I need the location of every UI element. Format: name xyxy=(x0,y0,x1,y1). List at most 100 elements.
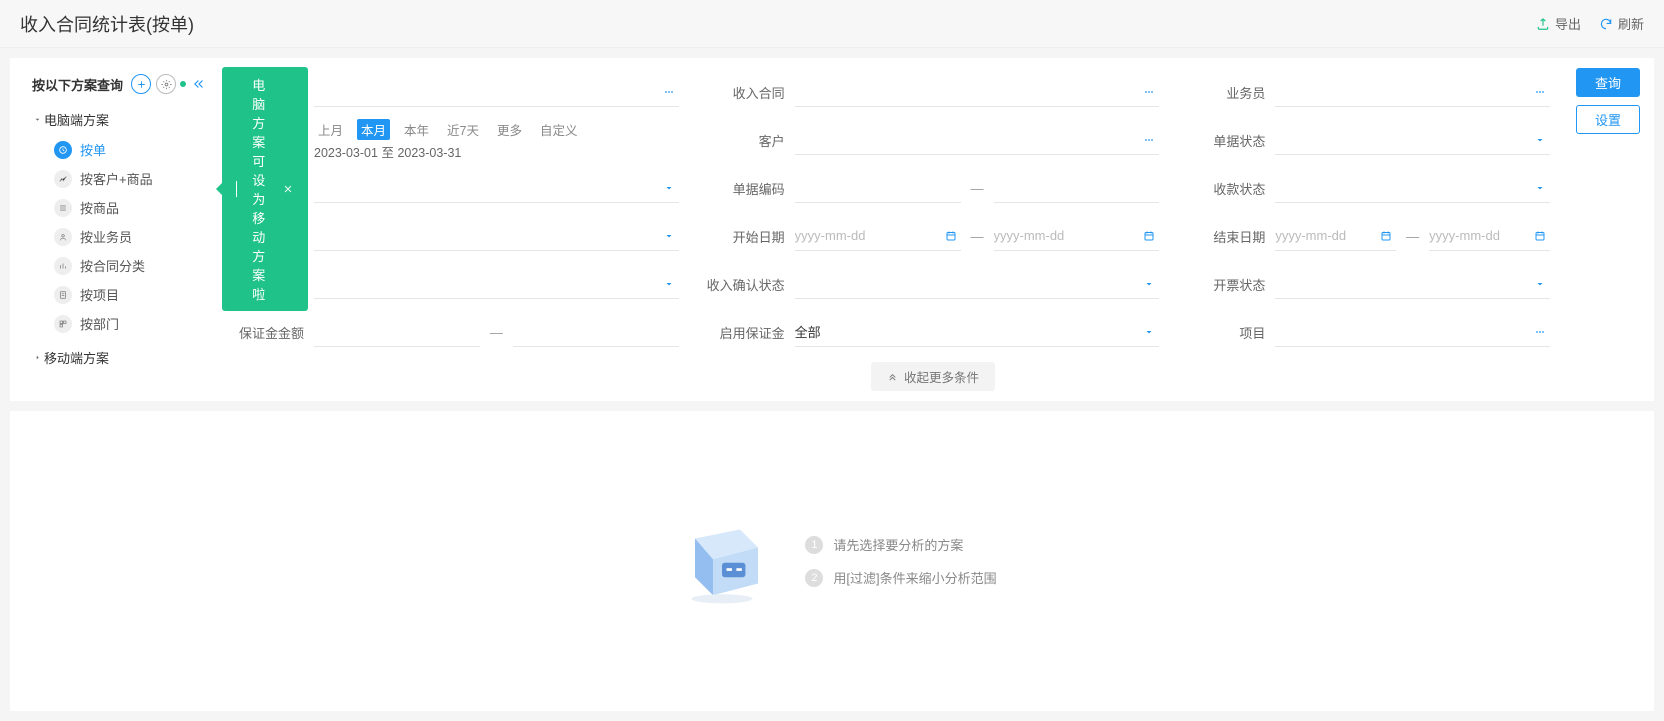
date-tag-custom[interactable]: 自定义 xyxy=(536,119,582,140)
date-tag-this-year[interactable]: 本年 xyxy=(400,119,433,140)
sidebar-item-label: 按项目 xyxy=(80,285,119,304)
blank-selector[interactable] xyxy=(314,77,679,107)
sign-date-range: 2023-03-01 至 2023-03-31 xyxy=(314,142,679,161)
sidebar-item-label: 按业务员 xyxy=(80,227,132,246)
confirm-status-label: 收入确认状态 xyxy=(707,275,795,294)
date-sep: 至 xyxy=(381,146,394,160)
collapse-sidebar-button[interactable] xyxy=(192,77,206,91)
sidebar-item-by-product[interactable]: 按商品 xyxy=(54,193,214,222)
contract-cat-select[interactable] xyxy=(314,221,679,251)
confirm-status-select[interactable] xyxy=(795,269,1160,299)
tree-group-mobile[interactable]: 移动端方案 xyxy=(30,344,214,371)
sidebar-item-by-project[interactable]: 按项目 xyxy=(54,280,214,309)
sidebar-item-label: 按商品 xyxy=(80,198,119,217)
sidebar: 按以下方案查询 电脑方案可设为移动方案啦 xyxy=(10,58,220,401)
income-contract-selector[interactable] xyxy=(795,77,1160,107)
bill-status-select[interactable] xyxy=(1275,125,1550,155)
sidebar-item-by-dept[interactable]: 按部门 xyxy=(54,309,214,338)
date-tag-last-month[interactable]: 上月 xyxy=(314,119,347,140)
tree-group-pc[interactable]: 电脑端方案 xyxy=(30,106,214,133)
dept-select[interactable] xyxy=(314,173,679,203)
page-title: 收入合同统计表(按单) xyxy=(20,11,1536,37)
deposit-amt-to-input[interactable] xyxy=(513,324,679,339)
finish-status-select[interactable] xyxy=(314,269,679,299)
sidebar-title: 按以下方案查询 xyxy=(32,75,126,94)
date-quick-tags: 上月 本月 本年 近7天 更多 自定义 xyxy=(314,119,679,140)
close-icon xyxy=(282,183,294,195)
export-label: 导出 xyxy=(1555,14,1581,33)
dots-icon xyxy=(1534,86,1546,98)
bars-icon xyxy=(58,261,68,271)
robot-box-icon xyxy=(667,516,777,606)
bill-status-label: 单据状态 xyxy=(1187,131,1275,150)
calendar-icon[interactable] xyxy=(1380,230,1392,242)
query-button[interactable]: 查询 xyxy=(1576,68,1640,97)
sidebar-item-label: 按合同分类 xyxy=(80,256,145,275)
grid-icon xyxy=(58,319,68,329)
result-panel: 1 请先选择要分析的方案 2 用[过滤]条件来缩小分析范围 xyxy=(10,411,1654,711)
add-scheme-button[interactable] xyxy=(131,74,151,94)
bill-no-from-input[interactable] xyxy=(795,180,961,195)
customer-selector[interactable] xyxy=(795,125,1160,155)
sidebar-item-by-order[interactable]: 按单 xyxy=(54,135,214,164)
chevron-down-icon xyxy=(1143,326,1155,338)
sidebar-item-by-category[interactable]: 按合同分类 xyxy=(54,251,214,280)
deposit-amt-label: 保证金金额 xyxy=(226,323,314,342)
calendar-icon[interactable] xyxy=(945,230,957,242)
dots-icon xyxy=(1534,326,1546,338)
empty-step-2-text: 用[过滤]条件来缩小分析范围 xyxy=(833,568,996,587)
end-date-to-input[interactable] xyxy=(1429,228,1550,243)
plus-icon xyxy=(136,79,147,90)
use-deposit-select[interactable]: 全部 xyxy=(795,317,1160,347)
receive-status-select[interactable] xyxy=(1275,173,1550,203)
bill-no-label: 单据编码 xyxy=(707,179,795,198)
start-date-to-input[interactable] xyxy=(994,228,1160,243)
empty-illustration xyxy=(667,516,777,606)
step-number-icon: 1 xyxy=(805,536,823,554)
chevron-down-icon xyxy=(1143,278,1155,290)
refresh-icon xyxy=(1599,17,1613,31)
start-date-from-input[interactable] xyxy=(795,228,961,243)
refresh-label: 刷新 xyxy=(1618,14,1644,33)
empty-step-1: 1 请先选择要分析的方案 xyxy=(805,535,996,554)
use-deposit-label: 启用保证金 xyxy=(707,323,795,342)
refresh-button[interactable]: 刷新 xyxy=(1599,14,1644,33)
chevron-down-icon xyxy=(30,115,44,124)
sidebar-item-label: 按部门 xyxy=(80,314,119,333)
doc-icon xyxy=(58,290,68,300)
dots-icon xyxy=(1143,134,1155,146)
end-date-from-input[interactable] xyxy=(1275,228,1396,243)
project-selector[interactable] xyxy=(1275,317,1550,347)
sidebar-item-label: 按客户+商品 xyxy=(80,169,153,188)
tree-group-label: 移动端方案 xyxy=(44,348,109,367)
tooltip-close-button[interactable] xyxy=(282,183,294,195)
date-tag-7days[interactable]: 近7天 xyxy=(443,119,483,140)
invoice-status-select[interactable] xyxy=(1275,269,1550,299)
sidebar-item-by-customer-product[interactable]: 按客户+商品 xyxy=(54,164,214,193)
calendar-icon[interactable] xyxy=(1534,230,1546,242)
page-header: 收入合同统计表(按单) 导出 刷新 xyxy=(0,0,1664,48)
filter-panel: 查询 设置 收入合同 业务员 xyxy=(220,58,1654,401)
salesman-selector[interactable] xyxy=(1275,77,1550,107)
date-tag-more[interactable]: 更多 xyxy=(493,119,526,140)
salesman-label: 业务员 xyxy=(1187,83,1275,102)
export-icon xyxy=(1536,17,1550,31)
calendar-icon[interactable] xyxy=(1143,230,1155,242)
export-button[interactable]: 导出 xyxy=(1536,14,1581,33)
chevron-double-left-icon xyxy=(192,77,206,91)
deposit-amt-from-input[interactable] xyxy=(314,324,480,339)
config-scheme-button[interactable] xyxy=(156,74,176,94)
sidebar-item-by-salesman[interactable]: 按业务员 xyxy=(54,222,214,251)
chevron-down-icon xyxy=(663,182,675,194)
end-date-label: 结束日期 xyxy=(1187,227,1275,246)
date-tag-this-month[interactable]: 本月 xyxy=(357,119,390,140)
clock-icon xyxy=(58,145,68,155)
empty-step-1-text: 请先选择要分析的方案 xyxy=(833,535,963,554)
collapse-filters-button[interactable]: 收起更多条件 xyxy=(871,362,995,391)
chart-icon xyxy=(58,174,68,184)
sign-date-to: 2023-03-31 xyxy=(397,146,461,160)
range-sep: — xyxy=(490,325,503,340)
bill-no-to-input[interactable] xyxy=(994,180,1160,195)
dots-icon xyxy=(663,86,675,98)
settings-button[interactable]: 设置 xyxy=(1576,105,1640,134)
